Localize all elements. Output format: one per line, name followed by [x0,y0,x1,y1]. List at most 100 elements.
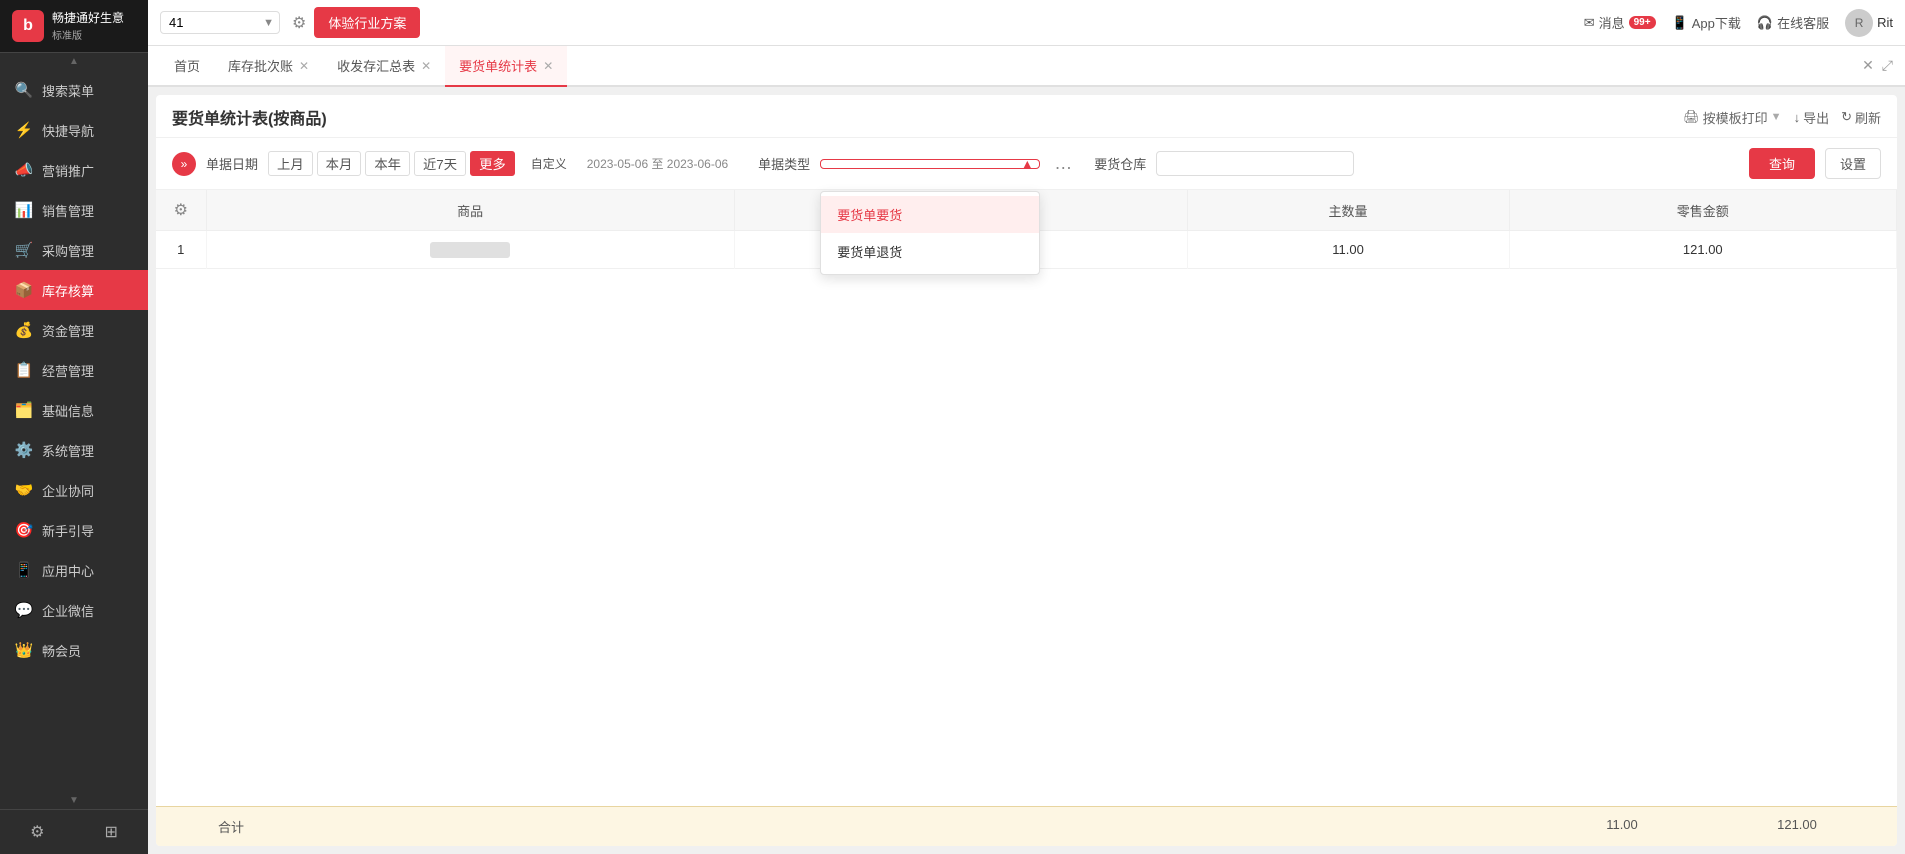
industry-plan-button[interactable]: 体验行业方案 [314,7,420,38]
tab-inventory-batch-close[interactable]: ✕ [299,59,309,73]
page-header: 要货单统计表(按商品) 🖨 按模板打印 ▼ ↓ 导出 ↻ 刷新 [156,95,1897,138]
sidebar-item-vip[interactable]: 👑 畅会员 [0,630,148,670]
settings-button[interactable]: 设置 [1825,148,1881,179]
print-template-action[interactable]: 🖨 按模板打印 ▼ [1683,108,1781,127]
sidebar-item-label: 采购管理 [42,241,94,260]
messages-label: 消息 [1599,13,1625,32]
logo-sub: 标准版 [52,27,124,42]
sidebar-item-system[interactable]: ⚙️ 系统管理 [0,430,148,470]
cell-quantity: 11.00 [1187,231,1509,269]
refresh-label: 刷新 [1855,108,1881,127]
tab-expand-icon[interactable]: ⤢ [1882,57,1893,74]
type-select-box[interactable] [820,159,1040,169]
date-btn-this-month[interactable]: 本月 [317,151,362,176]
avatar: R [1845,9,1873,37]
dropdown-item-purchase-return[interactable]: 要货单退货 [821,233,1039,270]
tab-home-label: 首页 [174,56,200,75]
company-select[interactable] [160,11,280,34]
app-download-item[interactable]: 📱 App下载 [1672,13,1741,32]
topbar: ▼ ⚙ 体验行业方案 ✉ 消息 99+ 📱 App下载 🎧 在线客服 R R [148,0,1905,46]
dropdown-item-purchase-order[interactable]: 要货单要货 [821,196,1039,233]
type-select-wrap: ▲ [820,159,1040,169]
warehouse-label: 要货仓库 [1094,154,1146,173]
sidebar-item-label: 新手引导 [42,521,94,540]
scroll-up-indicator[interactable]: ▲ [0,53,148,70]
user-avatar-item[interactable]: R Rit [1845,9,1893,37]
sidebar-item-label: 系统管理 [42,441,94,460]
sidebar-item-quick-nav[interactable]: ⚡ 快捷导航 [0,110,148,150]
apps-icon: 📱 [14,560,34,580]
sidebar-item-basic[interactable]: 🗂️ 基础信息 [0,390,148,430]
logo-title: 畅捷通好生意 [52,10,124,27]
warehouse-input[interactable] [1156,151,1354,176]
footer-total-quantity: 11.00 [1547,817,1697,836]
sidebar-item-enterprise[interactable]: 🤝 企业协同 [0,470,148,510]
sidebar-bottom: ⚙ ⊞ [0,809,148,854]
guide-icon: 🎯 [14,520,34,540]
table-footer: 合计 11.00 121.00 [156,806,1897,846]
messages-item[interactable]: ✉ 消息 99+ [1584,13,1656,32]
sidebar-item-label: 快捷导航 [42,121,94,140]
product-blurred [430,242,510,258]
sidebar-item-marketing[interactable]: 📣 营销推广 [0,150,148,190]
tab-receive-summary[interactable]: 收发存汇总表 ✕ [323,46,445,87]
sidebar-item-label: 搜索菜单 [42,81,94,100]
tab-inventory-batch[interactable]: 库存批次账 ✕ [214,46,323,87]
tab-receive-summary-close[interactable]: ✕ [421,59,431,73]
sidebar-item-label: 销售管理 [42,201,94,220]
date-btn-this-year[interactable]: 本年 [365,151,410,176]
sidebar-item-search[interactable]: 🔍 搜索菜单 [0,70,148,110]
phone-icon: 📱 [1672,15,1688,31]
tab-home[interactable]: 首页 [160,46,214,87]
page-content: 要货单统计表(按商品) 🖨 按模板打印 ▼ ↓ 导出 ↻ 刷新 [156,95,1897,846]
printer-icon: 🖨 [1683,109,1700,125]
topbar-gear-icon[interactable]: ⚙ [292,13,306,33]
type-dropdown-container: ▲ 要货单要货 要货单退货 [820,159,1040,169]
tab-order-summary[interactable]: 要货单统计表 ✕ [445,46,567,87]
sidebar-item-inventory[interactable]: 📦 库存核算 [0,270,148,310]
print-chevron-icon: ▼ [1771,111,1782,123]
online-service-item[interactable]: 🎧 在线客服 [1757,13,1829,32]
system-icon: ⚙️ [14,440,34,460]
table-gear-icon[interactable]: ⚙ [168,200,194,220]
user-name: Rit [1877,15,1893,30]
date-btn-last-month[interactable]: 上月 [268,151,313,176]
footer-empty-index [156,817,206,836]
sidebar-item-label: 基础信息 [42,401,94,420]
sidebar-item-purchase[interactable]: 🛒 采购管理 [0,230,148,270]
tab-order-summary-close[interactable]: ✕ [543,59,553,73]
date-range-display: 2023-05-06 至 2023-06-06 [587,155,728,172]
refresh-action[interactable]: ↻ 刷新 [1841,108,1881,127]
scroll-down-indicator[interactable]: ▼ [0,792,148,809]
filter-more-options-btn[interactable]: … [1050,153,1076,174]
tab-receive-summary-label: 收发存汇总表 [337,56,415,75]
sidebar-item-label: 企业微信 [42,601,94,620]
sidebar-item-wechat[interactable]: 💬 企业微信 [0,590,148,630]
finance-icon: 💰 [14,320,34,340]
date-btn-more[interactable]: 更多 [470,151,515,176]
sidebar-item-guide[interactable]: 🎯 新手引导 [0,510,148,550]
export-icon: ↓ [1794,110,1801,125]
sidebar-item-finance[interactable]: 💰 资金管理 [0,310,148,350]
messages-badge: 99+ [1629,16,1656,29]
query-button[interactable]: 查询 [1749,148,1815,179]
settings-bottom-btn[interactable]: ⚙ [22,818,52,846]
type-dropdown-menu: 要货单要货 要货单退货 [820,191,1040,275]
filter-row-1: 单据日期 上月 本月 本年 近7天 更多 自定义 2023-05-06 至 20… [206,148,1881,179]
sidebar-item-operation[interactable]: 📋 经营管理 [0,350,148,390]
export-action[interactable]: ↓ 导出 [1794,108,1830,127]
col-quantity: 主数量 [1187,190,1509,231]
date-btn-7days[interactable]: 近7天 [414,151,466,176]
tab-close-all-icon[interactable]: ✕ [1862,57,1874,74]
sidebar-item-sales[interactable]: 📊 销售管理 [0,190,148,230]
col-amount: 零售金额 [1509,190,1896,231]
sales-icon: 📊 [14,200,34,220]
collapse-sidebar-btn[interactable]: ⊞ [97,818,126,846]
enterprise-icon: 🤝 [14,480,34,500]
date-custom-btn[interactable]: 自定义 [525,153,573,174]
sidebar-item-apps[interactable]: 📱 应用中心 [0,550,148,590]
page-actions: 🖨 按模板打印 ▼ ↓ 导出 ↻ 刷新 [1683,108,1881,127]
basic-icon: 🗂️ [14,400,34,420]
wechat-icon: 💬 [14,600,34,620]
filter-expand-button[interactable]: » [172,152,196,176]
